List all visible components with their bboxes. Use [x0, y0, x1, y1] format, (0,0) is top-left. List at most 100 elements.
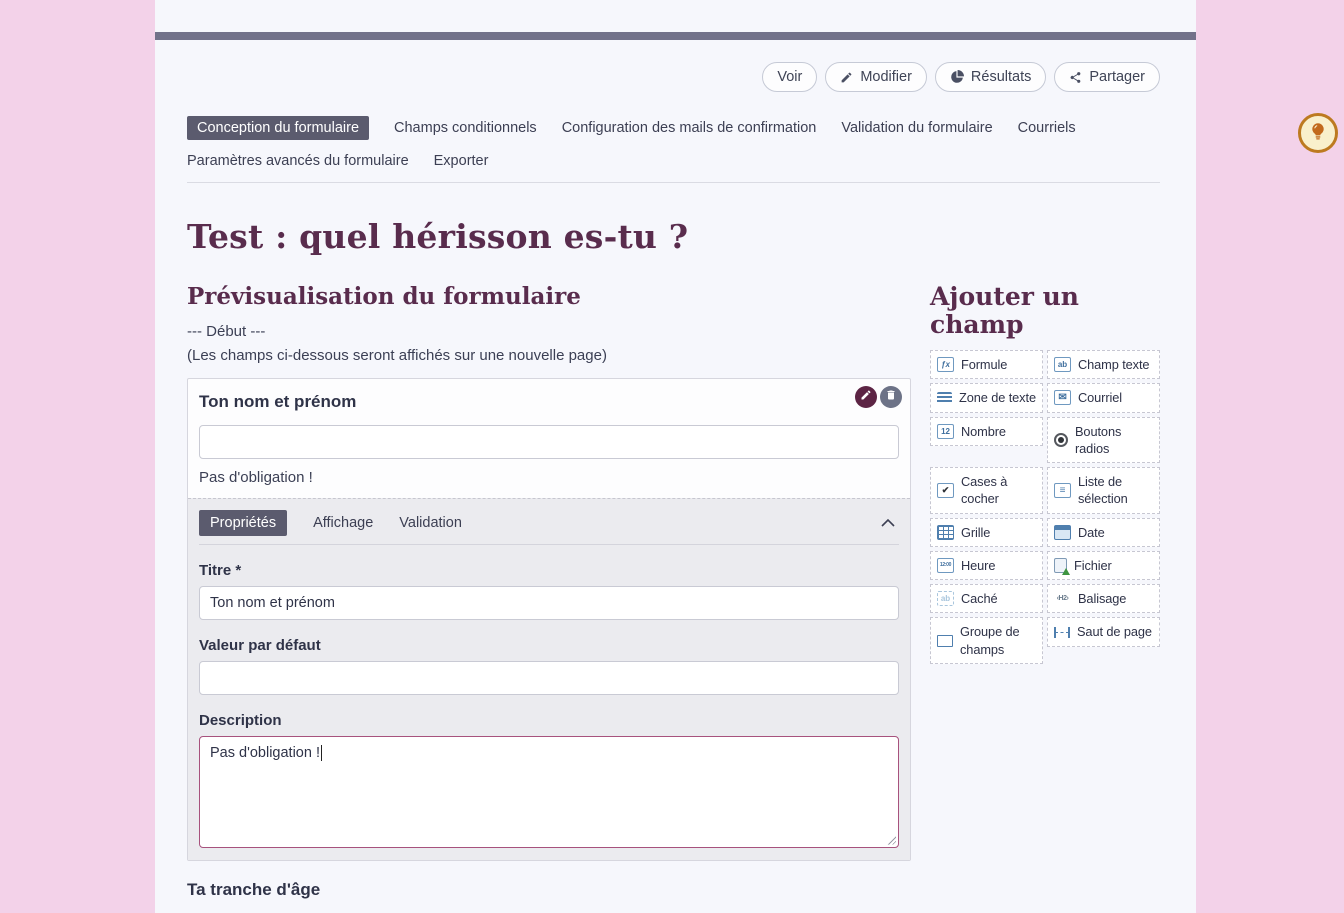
default-value-label: Valeur par défaut	[199, 637, 899, 654]
add-radios-button[interactable]: Boutons radios	[1047, 417, 1160, 464]
page-break-icon	[1054, 625, 1070, 640]
select-icon	[1054, 483, 1071, 498]
add-markup-button[interactable]: Balisage	[1047, 584, 1160, 613]
palette-label: Boutons radios	[1075, 423, 1153, 458]
share-icon	[1069, 71, 1082, 84]
clock-icon	[937, 558, 954, 573]
pie-chart-icon	[950, 70, 964, 84]
pencil-icon	[860, 389, 872, 404]
tab-validation[interactable]: Validation	[399, 510, 462, 536]
add-field-heading: Ajouter un champ	[930, 283, 1160, 339]
help-button[interactable]	[1298, 113, 1338, 153]
checkbox-icon	[937, 483, 954, 498]
tab-form-validation[interactable]: Validation du formulaire	[841, 116, 992, 140]
add-textfield-button[interactable]: Champ texte	[1047, 350, 1160, 379]
next-field-title: Ta tranche d'âge	[187, 880, 911, 900]
add-fieldset-button[interactable]: Groupe de champs	[930, 617, 1043, 664]
add-grid-button[interactable]: Grille	[930, 518, 1043, 547]
formula-icon	[937, 357, 954, 372]
palette-label: Date	[1078, 524, 1105, 541]
results-button[interactable]: Résultats	[935, 62, 1046, 92]
chevron-up-icon	[881, 515, 895, 530]
add-email-button[interactable]: Courriel	[1047, 383, 1160, 412]
palette-label: Formule	[961, 356, 1007, 373]
add-hidden-button[interactable]: Caché	[930, 584, 1043, 613]
add-number-button[interactable]: Nombre	[930, 417, 1043, 446]
number-icon	[937, 424, 954, 439]
add-field-sidebar: Ajouter un champ Formule Champ texte Zon…	[930, 283, 1160, 900]
palette-label: Zone de texte	[959, 389, 1036, 406]
collapse-panel-button[interactable]	[877, 513, 899, 532]
form-admin-tabs: Conception du formulaire Champs conditio…	[187, 116, 1160, 183]
results-button-label: Résultats	[971, 69, 1031, 85]
field-preview-input[interactable]	[199, 425, 899, 459]
email-icon	[1054, 390, 1071, 405]
description-textarea-value: Pas d'obligation !	[210, 745, 320, 761]
text-cursor	[321, 745, 322, 761]
add-pagebreak-button[interactable]: Saut de page	[1047, 617, 1160, 646]
palette-label: Grille	[961, 524, 990, 541]
delete-field-button[interactable]	[880, 386, 902, 408]
default-value-input[interactable]	[199, 661, 899, 695]
fieldset-icon	[937, 635, 953, 647]
properties-tabs-divider	[199, 544, 899, 545]
description-label: Description	[199, 712, 899, 729]
tabs-divider	[187, 182, 1160, 183]
tab-conditional-fields[interactable]: Champs conditionnels	[394, 116, 537, 140]
field-card-name: Ton nom et prénom Pas d'obligation !	[187, 378, 911, 861]
edit-field-button[interactable]	[855, 386, 877, 408]
palette-label: Liste de sélection	[1078, 473, 1153, 508]
file-upload-icon	[1054, 558, 1067, 573]
palette-label: Cases à cocher	[961, 473, 1036, 508]
title-field-input[interactable]	[199, 586, 899, 620]
add-textarea-button[interactable]: Zone de texte	[930, 383, 1043, 412]
add-file-button[interactable]: Fichier	[1047, 551, 1160, 580]
edit-button-label: Modifier	[860, 69, 912, 85]
form-preview-column: Prévisualisation du formulaire --- Début…	[187, 283, 911, 900]
description-textarea[interactable]: Pas d'obligation !	[199, 736, 899, 848]
add-time-button[interactable]: Heure	[930, 551, 1043, 580]
trash-icon	[885, 389, 897, 404]
add-date-button[interactable]: Date	[1047, 518, 1160, 547]
lightbulb-icon	[1307, 121, 1329, 146]
page-title: Test : quel hérisson es-tu ?	[187, 217, 1160, 256]
palette-label: Fichier	[1074, 557, 1112, 574]
add-checkboxes-button[interactable]: Cases à cocher	[930, 467, 1043, 514]
field-type-palette: Formule Champ texte Zone de texte Courri…	[930, 350, 1160, 664]
palette-label: Heure	[961, 557, 995, 574]
tab-export[interactable]: Exporter	[434, 149, 489, 173]
palette-label: Caché	[961, 590, 998, 607]
palette-label: Balisage	[1078, 590, 1126, 607]
tab-advanced-settings[interactable]: Paramètres avancés du formulaire	[187, 149, 409, 173]
calendar-icon	[1054, 525, 1071, 540]
edit-button[interactable]: Modifier	[825, 62, 927, 92]
textfield-icon	[1054, 357, 1071, 372]
share-button-label: Partager	[1089, 69, 1145, 85]
field-title: Ton nom et prénom	[199, 392, 899, 412]
pencil-icon	[840, 71, 853, 84]
tab-properties[interactable]: Propriétés	[199, 510, 287, 536]
content-column: Voir Modifier Résultats Partager Concept…	[155, 0, 1196, 913]
textarea-icon	[937, 392, 952, 404]
palette-label: Champ texte	[1078, 356, 1149, 373]
hidden-field-icon	[937, 591, 954, 606]
palette-label: Groupe de champs	[960, 623, 1036, 658]
tab-display[interactable]: Affichage	[313, 510, 373, 536]
field-properties-panel: Propriétés Affichage Validation Titre * …	[188, 498, 910, 860]
view-button[interactable]: Voir	[762, 62, 817, 92]
top-accent-bar	[155, 32, 1196, 40]
preview-heading: Prévisualisation du formulaire	[187, 283, 911, 311]
radio-icon	[1054, 433, 1068, 447]
tab-form-design[interactable]: Conception du formulaire	[187, 116, 369, 140]
add-formula-button[interactable]: Formule	[930, 350, 1043, 379]
share-button[interactable]: Partager	[1054, 62, 1160, 92]
grid-icon	[937, 525, 954, 540]
tab-confirmation-mails[interactable]: Configuration des mails de confirmation	[562, 116, 817, 140]
tab-emails[interactable]: Courriels	[1018, 116, 1076, 140]
palette-label: Courriel	[1078, 389, 1122, 406]
new-page-note: (Les champs ci-dessous seront affichés s…	[187, 347, 911, 364]
form-start-marker: --- Début ---	[187, 323, 911, 340]
add-select-button[interactable]: Liste de sélection	[1047, 467, 1160, 514]
palette-label: Saut de page	[1077, 623, 1152, 640]
field-help-text: Pas d'obligation !	[199, 469, 899, 486]
